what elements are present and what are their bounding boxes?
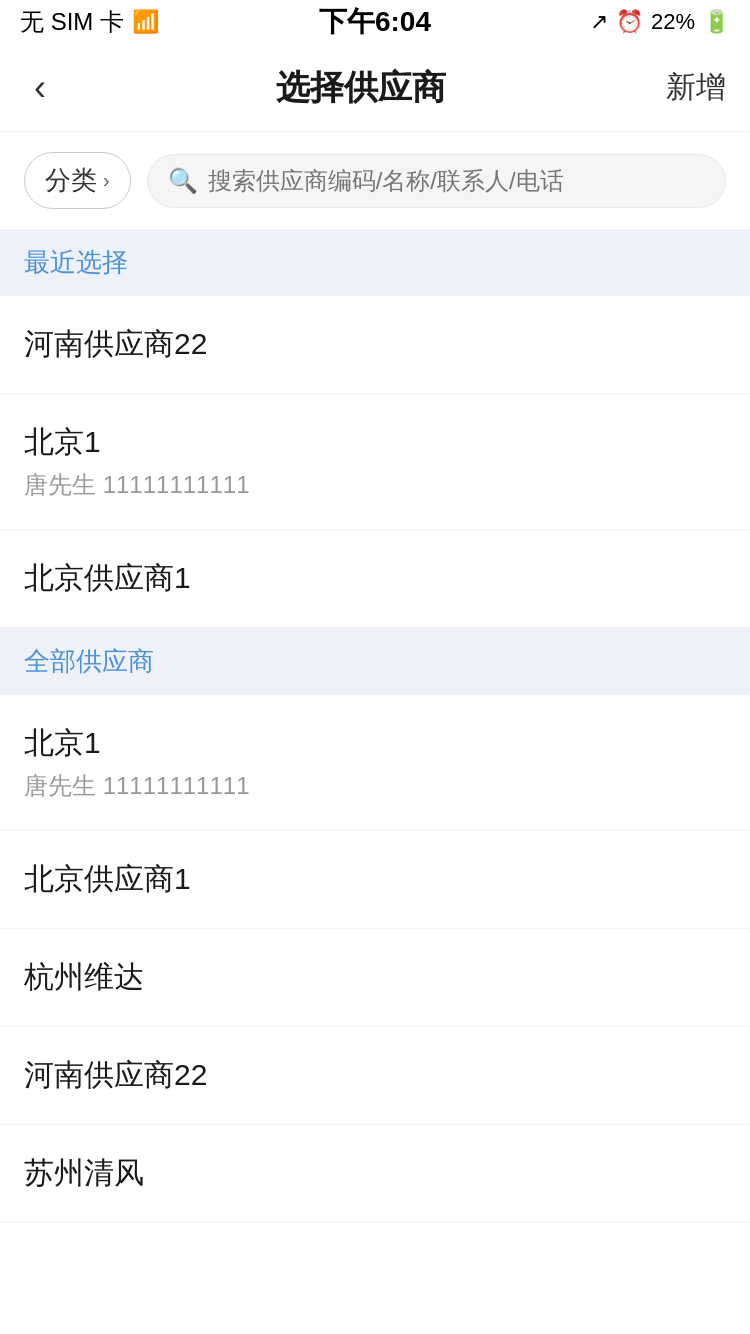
battery-icon: 🔋: [703, 9, 730, 35]
status-bar: 无 SIM 卡 📶 下午6:04 ↗ ⏰ 22% 🔋: [0, 0, 750, 44]
nav-bar: ‹ 选择供应商 新增: [0, 44, 750, 132]
all-item-name-3: 河南供应商22: [24, 1055, 726, 1096]
search-input[interactable]: [208, 167, 705, 195]
recent-section-header: 最近选择: [0, 229, 750, 296]
alarm-icon: ⏰: [616, 9, 643, 35]
all-item-2[interactable]: 杭州维达: [0, 929, 750, 1027]
all-section-label: 全部供应商: [24, 646, 154, 676]
status-time: 下午6:04: [319, 3, 431, 41]
all-item-1[interactable]: 北京供应商1: [0, 831, 750, 929]
all-item-name-0: 北京1: [24, 723, 726, 764]
all-section-header: 全部供应商: [0, 628, 750, 695]
recent-item-1[interactable]: 北京1 唐先生 11111111111: [0, 394, 750, 530]
recent-item-name-1: 北京1: [24, 422, 726, 463]
sim-status: 无 SIM 卡: [20, 6, 124, 38]
page-title: 选择供应商: [276, 65, 446, 111]
location-icon: ↗: [590, 9, 608, 35]
battery-indicator: 22%: [651, 9, 695, 35]
all-items-list: 北京1 唐先生 11111111111 北京供应商1 杭州维达 河南供应商22 …: [0, 695, 750, 1223]
recent-item-name-0: 河南供应商22: [24, 324, 726, 365]
all-item-3[interactable]: 河南供应商22: [0, 1027, 750, 1125]
category-button[interactable]: 分类 ›: [24, 152, 131, 209]
chevron-right-icon: ›: [103, 169, 110, 192]
all-item-sub-0: 唐先生 11111111111: [24, 770, 726, 802]
add-button[interactable]: 新增: [666, 67, 726, 108]
recent-item-2[interactable]: 北京供应商1: [0, 530, 750, 628]
all-item-name-2: 杭州维达: [24, 957, 726, 998]
all-item-name-4: 苏州清风: [24, 1153, 726, 1194]
status-right: ↗ ⏰ 22% 🔋: [590, 9, 730, 35]
search-icon: 🔍: [168, 167, 198, 195]
filter-bar: 分类 › 🔍: [0, 132, 750, 229]
recent-section-label: 最近选择: [24, 247, 128, 277]
back-button[interactable]: ‹: [24, 57, 56, 119]
category-label: 分类: [45, 163, 97, 198]
recent-item-0[interactable]: 河南供应商22: [0, 296, 750, 394]
recent-items-list: 河南供应商22 北京1 唐先生 11111111111 北京供应商1: [0, 296, 750, 628]
all-item-name-1: 北京供应商1: [24, 859, 726, 900]
search-box[interactable]: 🔍: [147, 154, 726, 208]
all-item-4[interactable]: 苏州清风: [0, 1125, 750, 1223]
recent-item-sub-1: 唐先生 11111111111: [24, 469, 726, 501]
status-left: 无 SIM 卡 📶: [20, 6, 159, 38]
recent-item-name-2: 北京供应商1: [24, 558, 726, 599]
all-item-0[interactable]: 北京1 唐先生 11111111111: [0, 695, 750, 831]
wifi-icon: 📶: [132, 9, 159, 35]
